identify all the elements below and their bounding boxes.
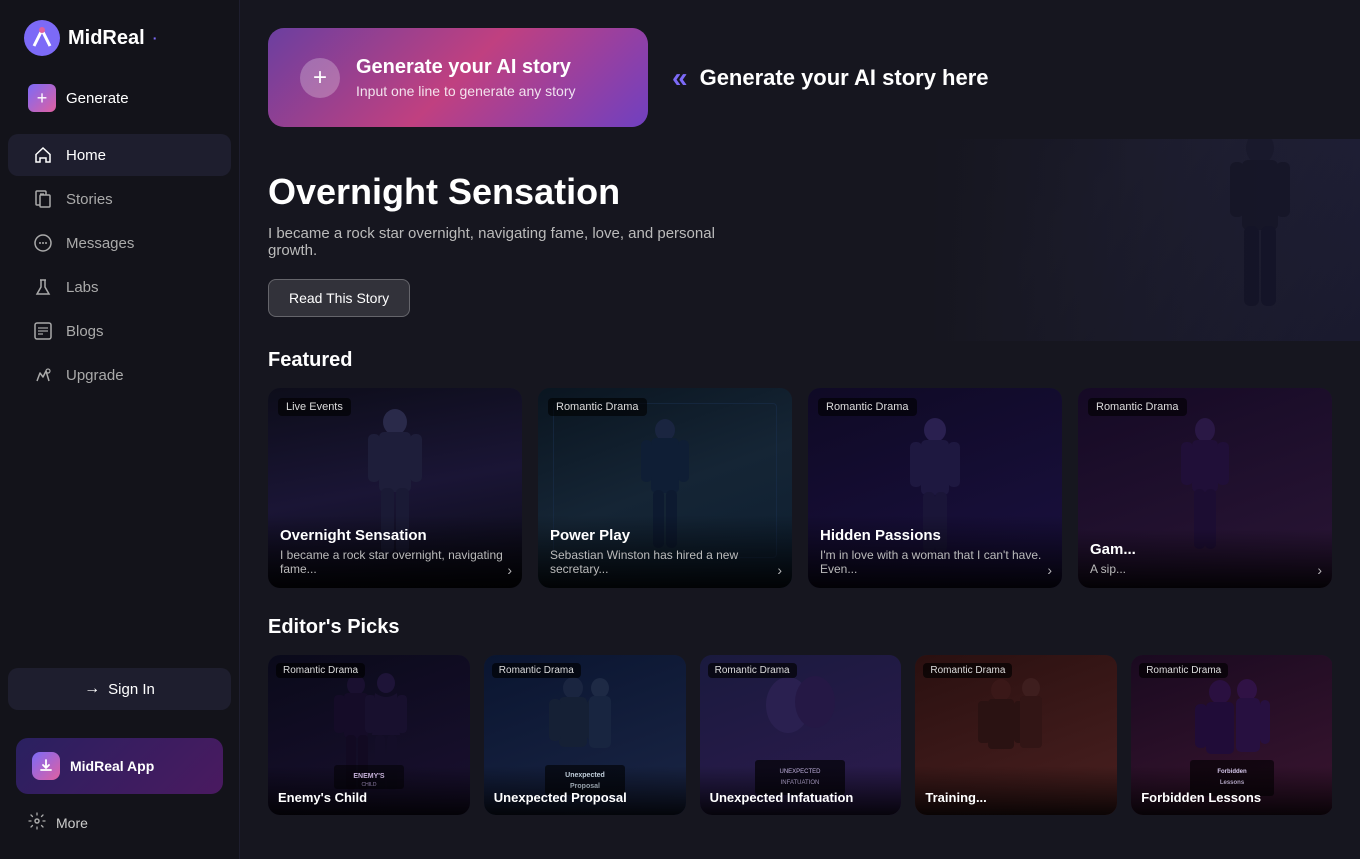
card-tag: Live Events: [278, 398, 351, 416]
card-title: Gam...: [1090, 541, 1320, 558]
featured-card-hidden-passions[interactable]: Romantic Drama Hidden Passions I'm in lo…: [808, 388, 1062, 588]
featured-card-power-play[interactable]: Romantic Drama Power Play Sebastian Wins…: [538, 388, 792, 588]
card-tag: Romantic Drama: [923, 663, 1012, 678]
card-overlay: Gam... A sip...: [1078, 529, 1332, 588]
featured-card-overnight[interactable]: Live Events Overnight Sensation I became…: [268, 388, 522, 588]
sidebar-item-blogs-label: Blogs: [66, 323, 104, 340]
featured-cards-row: Live Events Overnight Sensation I became…: [268, 388, 1332, 588]
editor-card-forbidden-lessons[interactable]: Forbidden Lessons Romantic Drama Forbidd…: [1131, 655, 1332, 815]
editor-card-training[interactable]: Romantic Drama Training...: [915, 655, 1117, 815]
editor-card-unexpected-infatuation[interactable]: UNEXPECTED INFATUATION Romantic Drama Un…: [700, 655, 902, 815]
plus-icon: +: [28, 84, 56, 112]
card-desc: Sebastian Winston has hired a new secret…: [550, 548, 780, 576]
card-desc: I became a rock star overnight, navigati…: [280, 548, 510, 576]
midreal-app-button[interactable]: MidReal App: [16, 738, 223, 794]
featured-card-game[interactable]: Romantic Drama Gam... A sip... ›: [1078, 388, 1332, 588]
card-tag: Romantic Drama: [548, 398, 647, 416]
sidebar-item-labs-label: Labs: [66, 279, 99, 296]
sidebar: MidReal · + Generate Home Stories: [0, 0, 240, 859]
generate-cta: « Generate your AI story here: [672, 62, 989, 94]
card-arrow-icon: ›: [507, 562, 512, 578]
card-overlay: Power Play Sebastian Winston has hired a…: [538, 515, 792, 588]
generate-label: Generate: [66, 90, 129, 107]
sign-in-icon: →: [84, 680, 100, 698]
sidebar-item-messages-label: Messages: [66, 235, 134, 252]
sidebar-item-upgrade-label: Upgrade: [66, 367, 124, 384]
sidebar-nav: Home Stories Messages: [0, 132, 239, 398]
plus-symbol: +: [313, 64, 327, 92]
featured-section-title: Featured: [268, 349, 1332, 372]
sign-in-label: Sign In: [108, 681, 155, 698]
double-chevron-icon: «: [672, 62, 688, 94]
card-title: Hidden Passions: [820, 527, 1050, 544]
blogs-icon: [32, 320, 54, 342]
card-tag: Romantic Drama: [818, 398, 917, 416]
more-label: More: [56, 815, 88, 831]
labs-icon: [32, 276, 54, 298]
card-tag: Romantic Drama: [276, 663, 365, 678]
story-hero-content: Overnight Sensation I became a rock star…: [268, 171, 1332, 317]
card-title: Enemy's Child: [268, 766, 470, 815]
card-tag: Romantic Drama: [708, 663, 797, 678]
logo-text: MidReal: [68, 27, 145, 50]
generate-card-subtitle: Input one line to generate any story: [356, 83, 575, 99]
read-story-button[interactable]: Read This Story: [268, 279, 410, 317]
editors-picks-section: Editor's Picks: [240, 608, 1360, 835]
sidebar-item-messages[interactable]: Messages: [8, 222, 231, 264]
logo-dot: ·: [153, 30, 158, 46]
story-hero: Overnight Sensation I became a rock star…: [240, 139, 1360, 341]
messages-icon: [32, 232, 54, 254]
main-content: + Generate your AI story Input one line …: [240, 0, 1360, 859]
card-arrow-icon: ›: [777, 562, 782, 578]
more-button[interactable]: More: [16, 802, 223, 843]
sidebar-item-home-label: Home: [66, 147, 106, 164]
card-overlay: Overnight Sensation I became a rock star…: [268, 515, 522, 588]
settings-icon: [28, 812, 46, 833]
midreal-app-label: MidReal App: [70, 758, 154, 774]
card-desc: A sip...: [1090, 562, 1320, 576]
card-title: Training...: [915, 766, 1117, 815]
sidebar-item-blogs[interactable]: Blogs: [8, 310, 231, 352]
story-hero-description: I became a rock star overnight, navigati…: [268, 225, 768, 259]
generate-plus-icon: +: [300, 58, 340, 98]
sidebar-item-labs[interactable]: Labs: [8, 266, 231, 308]
editor-cards-row: ENEMY'S CHILD Romantic Drama Enemy's Chi…: [268, 655, 1332, 815]
cta-text: Generate your AI story here: [700, 65, 989, 91]
sidebar-bottom: MidReal App More: [0, 722, 239, 859]
generate-card-text: Generate your AI story Input one line to…: [356, 56, 575, 99]
card-title: Unexpected Proposal: [484, 766, 686, 815]
sidebar-item-stories[interactable]: Stories: [8, 178, 231, 220]
card-title: Power Play: [550, 527, 780, 544]
logo-icon: [24, 20, 60, 56]
logo: MidReal ·: [0, 0, 239, 72]
card-arrow-icon: ›: [1047, 562, 1052, 578]
hero-section: + Generate your AI story Input one line …: [240, 0, 1360, 127]
story-hero-title: Overnight Sensation: [268, 171, 1332, 213]
card-title: Forbidden Lessons: [1131, 766, 1332, 815]
card-desc: I'm in love with a woman that I can't ha…: [820, 548, 1050, 576]
editor-card-enemys-child[interactable]: ENEMY'S CHILD Romantic Drama Enemy's Chi…: [268, 655, 470, 815]
generate-button[interactable]: + Generate: [16, 76, 223, 120]
featured-section: Featured Live Ev: [240, 341, 1360, 608]
upgrade-icon: [32, 364, 54, 386]
generate-card-button[interactable]: + Generate your AI story Input one line …: [268, 28, 648, 127]
stories-icon: [32, 188, 54, 210]
card-arrow-icon: ›: [1317, 562, 1322, 578]
home-icon: [32, 144, 54, 166]
sidebar-item-stories-label: Stories: [66, 191, 113, 208]
card-tag: Romantic Drama: [1088, 398, 1187, 416]
sidebar-item-upgrade[interactable]: Upgrade: [8, 354, 231, 396]
card-title: Unexpected Infatuation: [700, 766, 902, 815]
editors-section-title: Editor's Picks: [268, 616, 1332, 639]
read-story-label: Read This Story: [289, 290, 389, 306]
editor-card-unexpected-proposal[interactable]: Unexpected Proposal Romantic Drama Unexp…: [484, 655, 686, 815]
card-tag: Romantic Drama: [1139, 663, 1228, 678]
sidebar-item-home[interactable]: Home: [8, 134, 231, 176]
sign-in-button[interactable]: → Sign In: [8, 668, 231, 710]
card-tag: Romantic Drama: [492, 663, 581, 678]
card-overlay: Hidden Passions I'm in love with a woman…: [808, 515, 1062, 588]
download-icon: [32, 752, 60, 780]
generate-card-title: Generate your AI story: [356, 56, 575, 79]
card-title: Overnight Sensation: [280, 527, 510, 544]
